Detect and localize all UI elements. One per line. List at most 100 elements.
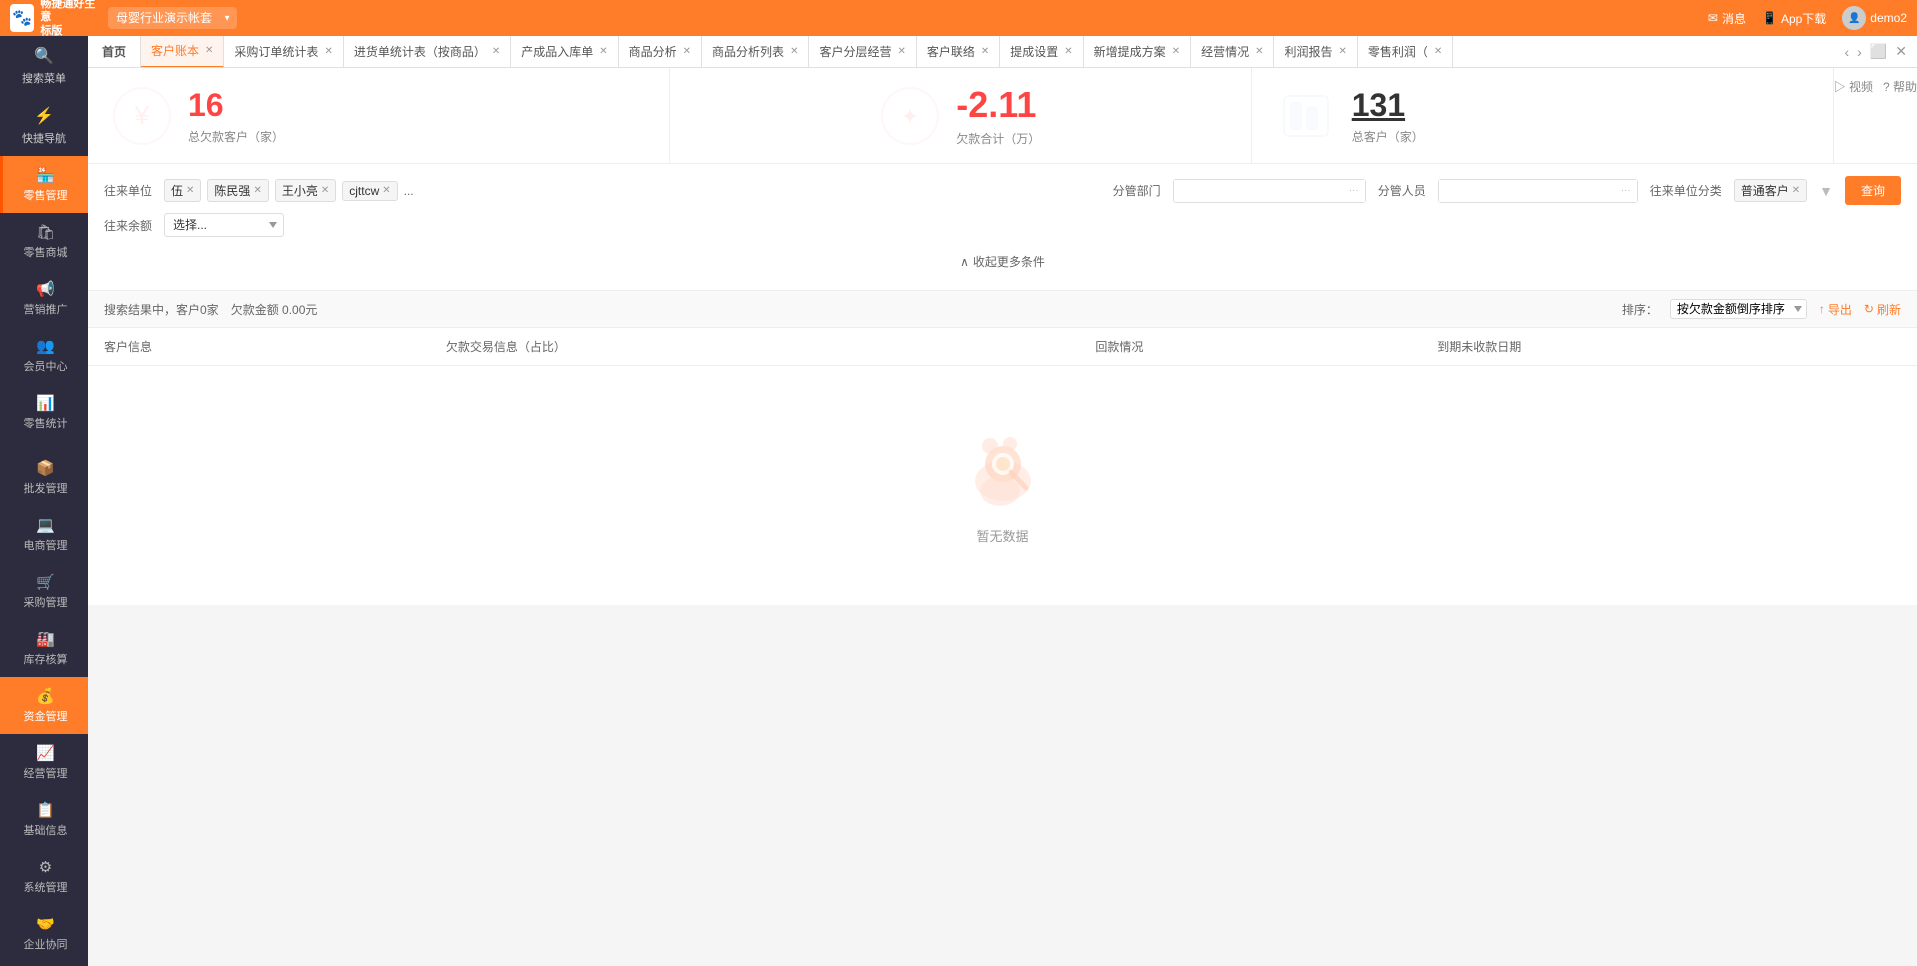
sidebar-item-purchase-mgmt[interactable]: 🛒 采购管理	[0, 563, 88, 620]
query-btn[interactable]: 查询	[1845, 176, 1901, 205]
message-icon: ✉	[1708, 11, 1718, 25]
stat-label-total-customers: 总客户（家）	[1352, 128, 1424, 145]
sidebar-item-new-guide[interactable]: 🌟 新手引导	[0, 962, 88, 966]
tab-close-cost-inbound[interactable]: ✕	[599, 46, 607, 57]
sidebar-item-wholesale-mgmt[interactable]: 📦 批发管理	[0, 449, 88, 506]
tab-close-incoming-stats[interactable]: ✕	[492, 46, 500, 57]
tab-close-product-analysis[interactable]: ✕	[683, 46, 691, 57]
coop-icon: 🤝	[36, 915, 55, 933]
category-dropdown-btn[interactable]: ▼	[1819, 183, 1833, 199]
tabs-expand-btn[interactable]: ⬜	[1868, 41, 1889, 62]
sidebar-item-ops-mgmt[interactable]: 📈 经营管理	[0, 734, 88, 791]
remove-tag-wang[interactable]: ✕	[321, 185, 329, 196]
filter-input-dept-suffix: ···	[1349, 185, 1359, 196]
empty-illustration	[958, 426, 1048, 516]
sys-icon: ⚙	[39, 858, 52, 876]
sidebar-item-finance-mgmt[interactable]: 💰 资金管理	[0, 677, 88, 734]
category-select-wrapper[interactable]: ▼	[1819, 183, 1833, 199]
filter-label-balance: 往来余额	[104, 217, 152, 234]
tab-product-analysis[interactable]: 商品分析 ✕	[619, 36, 702, 68]
top-bar-center: 母婴行业演示帐套	[98, 7, 1708, 29]
tab-cost-inbound[interactable]: 产成品入库单 ✕	[511, 36, 618, 68]
help-doc-link[interactable]: ? 帮助	[1883, 78, 1917, 95]
tab-close-customer-contact[interactable]: ✕	[981, 46, 989, 57]
refresh-btn[interactable]: ↻ 刷新	[1864, 301, 1901, 318]
tab-customer-contact[interactable]: 客户联络 ✕	[917, 36, 1000, 68]
app-download-btn[interactable]: 📱 App下载	[1762, 10, 1826, 27]
inventory-icon: 🏭	[36, 630, 55, 648]
user-avatar-btn[interactable]: 👤 demo2	[1842, 6, 1907, 30]
tab-close-reminder-settings[interactable]: ✕	[1064, 46, 1072, 57]
tab-retail-profit[interactable]: 零售利润（ ✕	[1358, 36, 1453, 68]
remove-tag-wu[interactable]: ✕	[186, 185, 194, 196]
tab-close-purchase-order-stats[interactable]: ✕	[324, 46, 332, 57]
tab-home[interactable]: 首页	[88, 36, 141, 68]
help-video-link[interactable]: ▷ 视频	[1834, 78, 1873, 95]
sidebar-item-quick-nav[interactable]: ⚡ 快捷导航	[0, 96, 88, 156]
sidebar-item-sys-mgmt[interactable]: ⚙ 系统管理	[0, 848, 88, 905]
filter-input-person[interactable]	[1439, 180, 1637, 202]
tabs-close-all-btn[interactable]: ✕	[1893, 41, 1909, 62]
remove-tag-chen[interactable]: ✕	[253, 185, 261, 196]
export-btn[interactable]: ↑ 导出	[1819, 301, 1852, 318]
sidebar-item-inventory[interactable]: 🏭 库存核算	[0, 620, 88, 677]
sidebar-item-retail-mgmt[interactable]: 🏪 零售管理	[0, 156, 88, 213]
sidebar-item-enterprise-coop[interactable]: 🤝 企业协同	[0, 905, 88, 962]
tab-product-analysis-list[interactable]: 商品分析列表 ✕	[702, 36, 809, 68]
tabs-bar: 首页 客户账本 ✕ 采购订单统计表 ✕ 进货单统计表（按商品） ✕ 产成品入库单…	[88, 36, 1917, 68]
filter-tag-wang: 王小亮 ✕	[275, 179, 336, 202]
tab-purchase-order-stats[interactable]: 采购订单统计表 ✕	[224, 36, 343, 68]
filter-input-dept-wrapper[interactable]: ···	[1173, 179, 1366, 203]
tab-close-ops-status[interactable]: ✕	[1255, 46, 1263, 57]
sidebar-item-marketing[interactable]: 📢 营销推广	[0, 270, 88, 327]
filter-more-btn[interactable]: ...	[404, 184, 414, 198]
retail-mgmt-icon: 🏪	[36, 166, 55, 184]
enterprise-selector-wrapper[interactable]: 母婴行业演示帐套	[108, 7, 237, 29]
tab-close-product-analysis-list[interactable]: ✕	[790, 46, 798, 57]
main-content: ¥ 16 总欠款客户（家） ✦	[88, 68, 1917, 966]
filter-row-2: 往来余额 选择...	[104, 213, 1901, 237]
tab-incoming-stats[interactable]: 进货单统计表（按商品） ✕	[344, 36, 511, 68]
marketing-icon: 📢	[36, 280, 55, 298]
purchase-icon: 🛒	[36, 573, 55, 591]
sort-select[interactable]: 按欠款金额倒序排序	[1670, 299, 1807, 319]
tab-close-customer-tier[interactable]: ✕	[897, 46, 905, 57]
chevron-up-icon: ∧	[960, 255, 969, 269]
filter-label-unit: 往来单位	[104, 182, 152, 199]
tab-close-customer-accounts[interactable]: ✕	[205, 45, 213, 56]
empty-state: 暂无数据	[88, 366, 1917, 605]
balance-select[interactable]: 选择...	[164, 213, 284, 237]
filter-tags-category: 普通客户 ✕	[1734, 179, 1807, 202]
sidebar-item-search-menu[interactable]: 🔍 搜索菜单	[0, 36, 88, 96]
stat-debt-total: ✦ -2.11 欠款合计（万）	[670, 68, 1252, 163]
sidebar-item-ecom-mgmt[interactable]: 💻 电商管理	[0, 506, 88, 563]
messages-btn[interactable]: ✉ 消息	[1708, 10, 1746, 27]
tab-close-profit-report[interactable]: ✕	[1339, 46, 1347, 57]
tab-reminder-settings[interactable]: 提成设置 ✕	[1000, 36, 1083, 68]
stat-icon-debt-customers: ¥	[112, 86, 172, 146]
tab-profit-report[interactable]: 利润报告 ✕	[1274, 36, 1357, 68]
filter-input-dept[interactable]	[1174, 180, 1365, 202]
search-icon: 🔍	[34, 46, 54, 66]
tab-close-retail-profit[interactable]: ✕	[1434, 46, 1442, 57]
tab-customer-tier[interactable]: 客户分层经营 ✕	[809, 36, 916, 68]
tab-ops-status[interactable]: 经营情况 ✕	[1191, 36, 1274, 68]
sidebar-item-retail-stats[interactable]: 📊 零售统计	[0, 384, 88, 441]
tab-customer-accounts[interactable]: 客户账本 ✕	[141, 36, 224, 68]
filter-row-1: 往来单位 伍 ✕ 陈民强 ✕	[104, 176, 1901, 205]
tab-new-achievement[interactable]: 新增提成方案 ✕	[1084, 36, 1191, 68]
sidebar-item-member-center[interactable]: 👥 会员中心	[0, 327, 88, 384]
sidebar-item-basic-info[interactable]: 📋 基础信息	[0, 791, 88, 848]
sidebar-item-retail-mall[interactable]: 🛍 零售商城	[0, 213, 88, 270]
collapse-btn[interactable]: ∧ 收起更多条件	[952, 249, 1053, 274]
tab-close-new-achievement[interactable]: ✕	[1172, 46, 1180, 57]
filter-input-person-wrapper[interactable]: ···	[1438, 179, 1638, 203]
stat-value-debt-customers: 16	[188, 87, 284, 124]
tabs-next-btn[interactable]: ›	[1855, 42, 1864, 62]
stat-text-debt-total: -2.11 欠款合计（万）	[956, 84, 1040, 147]
tabs-prev-btn[interactable]: ‹	[1842, 42, 1851, 62]
remove-tag-cjttcw[interactable]: ✕	[382, 185, 390, 196]
remove-tag-normal-customer[interactable]: ✕	[1792, 185, 1800, 196]
enterprise-selector[interactable]: 母婴行业演示帐套	[108, 7, 237, 29]
balance-select-wrapper[interactable]: 选择...	[164, 213, 284, 237]
